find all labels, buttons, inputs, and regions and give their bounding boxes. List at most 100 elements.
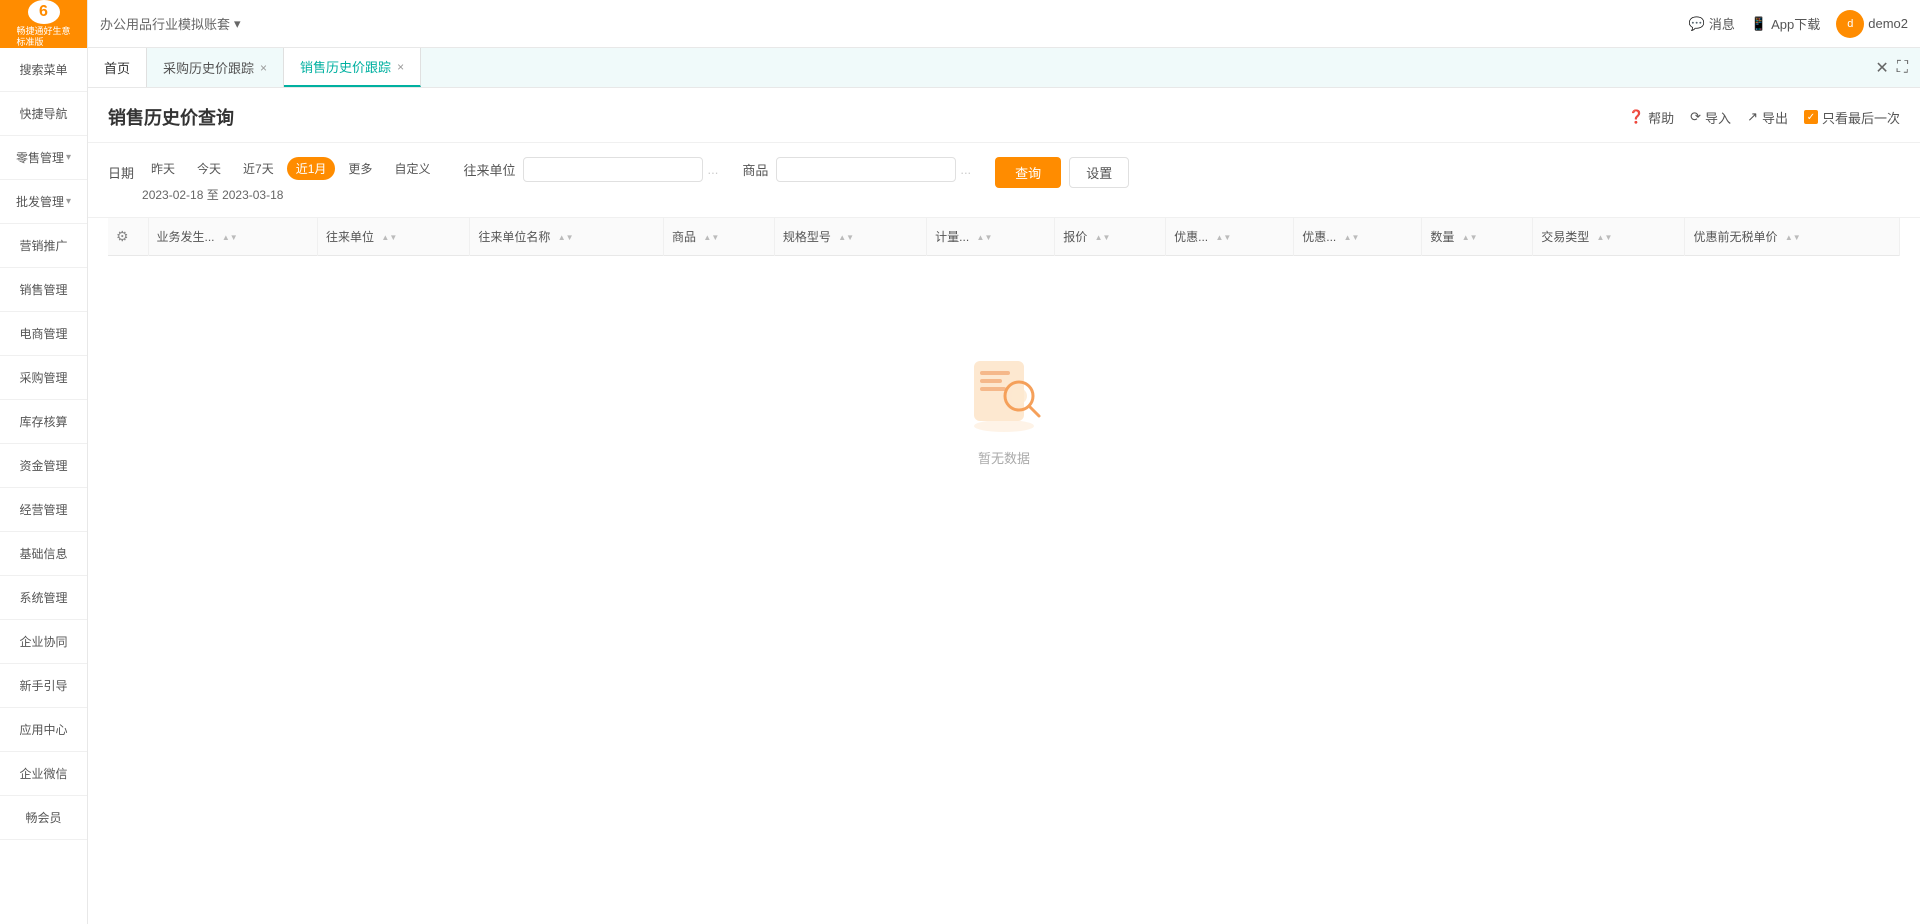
sidebar-item-new-user-guide[interactable]: 新手引导: [0, 664, 87, 708]
sidebar: 6 畅捷通好生意 标准版 搜索菜单快捷导航零售管理▾批发管理▾营销推广销售管理电…: [0, 0, 88, 924]
app-download-btn[interactable]: 📱 App下载: [1751, 14, 1820, 33]
only-last-checkbox-wrapper[interactable]: 只看最后一次: [1804, 108, 1900, 127]
export-btn[interactable]: ↗ 导出: [1747, 108, 1788, 127]
th-partner-code: 往来单位 ▲▼: [318, 218, 470, 256]
sort-arrows-partner-code[interactable]: ▲▼: [381, 233, 397, 242]
import-btn[interactable]: ⟳ 导入: [1690, 108, 1731, 127]
app-logo[interactable]: 6 畅捷通好生意 标准版: [0, 0, 87, 48]
date-btn-自定义[interactable]: 自定义: [385, 157, 439, 180]
table-header: ⚙ 业务发生... ▲▼ 往来单位 ▲▼ 往来单位名称 ▲▼: [108, 218, 1900, 256]
export-icon: ↗: [1747, 109, 1758, 125]
main-area: 办公用品行业模拟账套 ▾ 💬 消息 📱 App下载 d demo2 首页: [88, 0, 1920, 924]
question-icon: ❓: [1628, 109, 1644, 125]
sort-arrows-spec[interactable]: ▲▼: [838, 233, 854, 242]
partner-filter-dots[interactable]: ...: [707, 162, 718, 177]
sort-arrows-business-date[interactable]: ▲▼: [222, 233, 238, 242]
table-settings-icon[interactable]: ⚙: [116, 228, 129, 244]
th-business-date: 业务发生... ▲▼: [148, 218, 318, 256]
maximize-tab-action[interactable]: ⛶: [1897, 59, 1908, 77]
tab-sales-history[interactable]: 销售历史价跟踪 ×: [284, 48, 421, 87]
sort-arrows-goods[interactable]: ▲▼: [703, 233, 719, 242]
page-title: 销售历史价查询: [108, 104, 234, 130]
date-btn-近7天[interactable]: 近7天: [234, 157, 283, 180]
tab-close-purchase[interactable]: ×: [260, 61, 267, 75]
sort-arrows-discount2[interactable]: ▲▼: [1344, 233, 1360, 242]
chevron-down-icon: ▾: [66, 152, 71, 163]
tab-actions: ✕ ⛶: [1875, 58, 1920, 78]
sidebar-item-purchase-mgmt[interactable]: 采购管理: [0, 356, 87, 400]
sidebar-item-basic-info[interactable]: 基础信息: [0, 532, 87, 576]
close-tab-action[interactable]: ✕: [1875, 58, 1888, 78]
sidebar-item-member[interactable]: 畅会员: [0, 796, 87, 840]
message-btn[interactable]: 💬 消息: [1689, 14, 1735, 33]
date-btn-昨天[interactable]: 昨天: [142, 157, 184, 180]
goods-filter-dots[interactable]: ...: [960, 162, 971, 177]
tab-home[interactable]: 首页: [88, 48, 147, 87]
th-partner-name: 往来单位名称 ▲▼: [470, 218, 664, 256]
tab-purchase-history[interactable]: 采购历史价跟踪 ×: [147, 48, 284, 87]
sidebar-item-quick-nav[interactable]: 快捷导航: [0, 92, 87, 136]
page-header: 销售历史价查询 ❓ 帮助 ⟳ 导入 ↗ 导出 只看最后一次: [88, 88, 1920, 143]
sidebar-item-sales-mgmt[interactable]: 销售管理: [0, 268, 87, 312]
sidebar-item-inventory[interactable]: 库存核算: [0, 400, 87, 444]
tab-home-label: 首页: [104, 58, 130, 77]
th-quantity: 数量 ▲▼: [1422, 218, 1533, 256]
sidebar-item-enterprise-collab[interactable]: 企业协同: [0, 620, 87, 664]
chevron-down-icon: ▾: [66, 196, 71, 207]
sidebar-item-finance-mgmt[interactable]: 资金管理: [0, 444, 87, 488]
goods-filter-label: 商品: [742, 160, 768, 179]
date-btn-更多[interactable]: 更多: [339, 157, 381, 180]
help-btn[interactable]: ❓ 帮助: [1628, 108, 1674, 127]
date-filter-group: 日期 昨天今天近7天近1月更多自定义 2023-02-18 至 2023-03-…: [108, 157, 439, 203]
logo-icon: 6: [28, 0, 60, 24]
partner-filter-input[interactable]: [523, 157, 703, 182]
topbar-left: 办公用品行业模拟账套 ▾: [100, 14, 241, 33]
topbar: 办公用品行业模拟账套 ▾ 💬 消息 📱 App下载 d demo2: [88, 0, 1920, 48]
sidebar-item-system-mgmt[interactable]: 系统管理: [0, 576, 87, 620]
sort-arrows-partner-name[interactable]: ▲▼: [558, 233, 574, 242]
sort-arrows-pre-tax[interactable]: ▲▼: [1785, 233, 1801, 242]
sidebar-item-marketing[interactable]: 营销推广: [0, 224, 87, 268]
th-pre-tax: 优惠前无税单价 ▲▼: [1685, 218, 1900, 256]
sort-arrows-quantity[interactable]: ▲▼: [1462, 233, 1478, 242]
date-btn-今天[interactable]: 今天: [188, 157, 230, 180]
tab-close-sales[interactable]: ×: [397, 60, 404, 74]
tab-purchase-history-label: 采购历史价跟踪: [163, 58, 254, 77]
sort-arrows-discount1[interactable]: ▲▼: [1215, 233, 1231, 242]
user-profile[interactable]: d demo2: [1836, 10, 1908, 38]
sidebar-item-ecommerce-mgmt[interactable]: 电商管理: [0, 312, 87, 356]
partner-filter-label: 往来单位: [463, 160, 515, 179]
sidebar-item-enterprise-wechat[interactable]: 企业微信: [0, 752, 87, 796]
sidebar-item-app-center[interactable]: 应用中心: [0, 708, 87, 752]
th-discount1: 优惠... ▲▼: [1166, 218, 1294, 256]
date-filter-label: 日期: [108, 157, 134, 182]
filter-bar: 日期 昨天今天近7天近1月更多自定义 2023-02-18 至 2023-03-…: [88, 143, 1920, 218]
sidebar-item-operations-mgmt[interactable]: 经营管理: [0, 488, 87, 532]
only-last-checkbox[interactable]: [1804, 110, 1818, 124]
query-button[interactable]: 查询: [995, 157, 1061, 188]
goods-filter-input[interactable]: [776, 157, 956, 182]
import-icon: ⟳: [1690, 109, 1701, 125]
app-selector-label: 办公用品行业模拟账套: [100, 14, 230, 33]
sidebar-item-retail-mgmt[interactable]: 零售管理▾: [0, 136, 87, 180]
tab-sales-history-label: 销售历史价跟踪: [300, 57, 391, 76]
sort-arrows-quoted[interactable]: ▲▼: [1095, 233, 1111, 242]
th-discount2: 优惠... ▲▼: [1294, 218, 1422, 256]
data-table: ⚙ 业务发生... ▲▼ 往来单位 ▲▼ 往来单位名称 ▲▼: [108, 218, 1900, 256]
date-btn-近1月[interactable]: 近1月: [287, 157, 336, 180]
message-icon: 💬: [1689, 16, 1705, 32]
th-spec: 规格型号 ▲▼: [774, 218, 926, 256]
sidebar-item-wholesale-mgmt[interactable]: 批发管理▾: [0, 180, 87, 224]
chevron-down-icon: ▾: [234, 16, 241, 32]
phone-icon: 📱: [1751, 16, 1767, 32]
th-goods: 商品 ▲▼: [664, 218, 775, 256]
sort-arrows-unit[interactable]: ▲▼: [977, 233, 993, 242]
empty-text: 暂无数据: [978, 448, 1030, 467]
topbar-right: 💬 消息 📱 App下载 d demo2: [1689, 10, 1908, 38]
th-trade-type: 交易类型 ▲▼: [1533, 218, 1685, 256]
th-quoted-price: 报价 ▲▼: [1055, 218, 1166, 256]
sidebar-item-search-menu[interactable]: 搜索菜单: [0, 48, 87, 92]
app-selector[interactable]: 办公用品行业模拟账套 ▾: [100, 14, 241, 33]
sort-arrows-trade-type[interactable]: ▲▼: [1597, 233, 1613, 242]
settings-button[interactable]: 设置: [1069, 157, 1129, 188]
